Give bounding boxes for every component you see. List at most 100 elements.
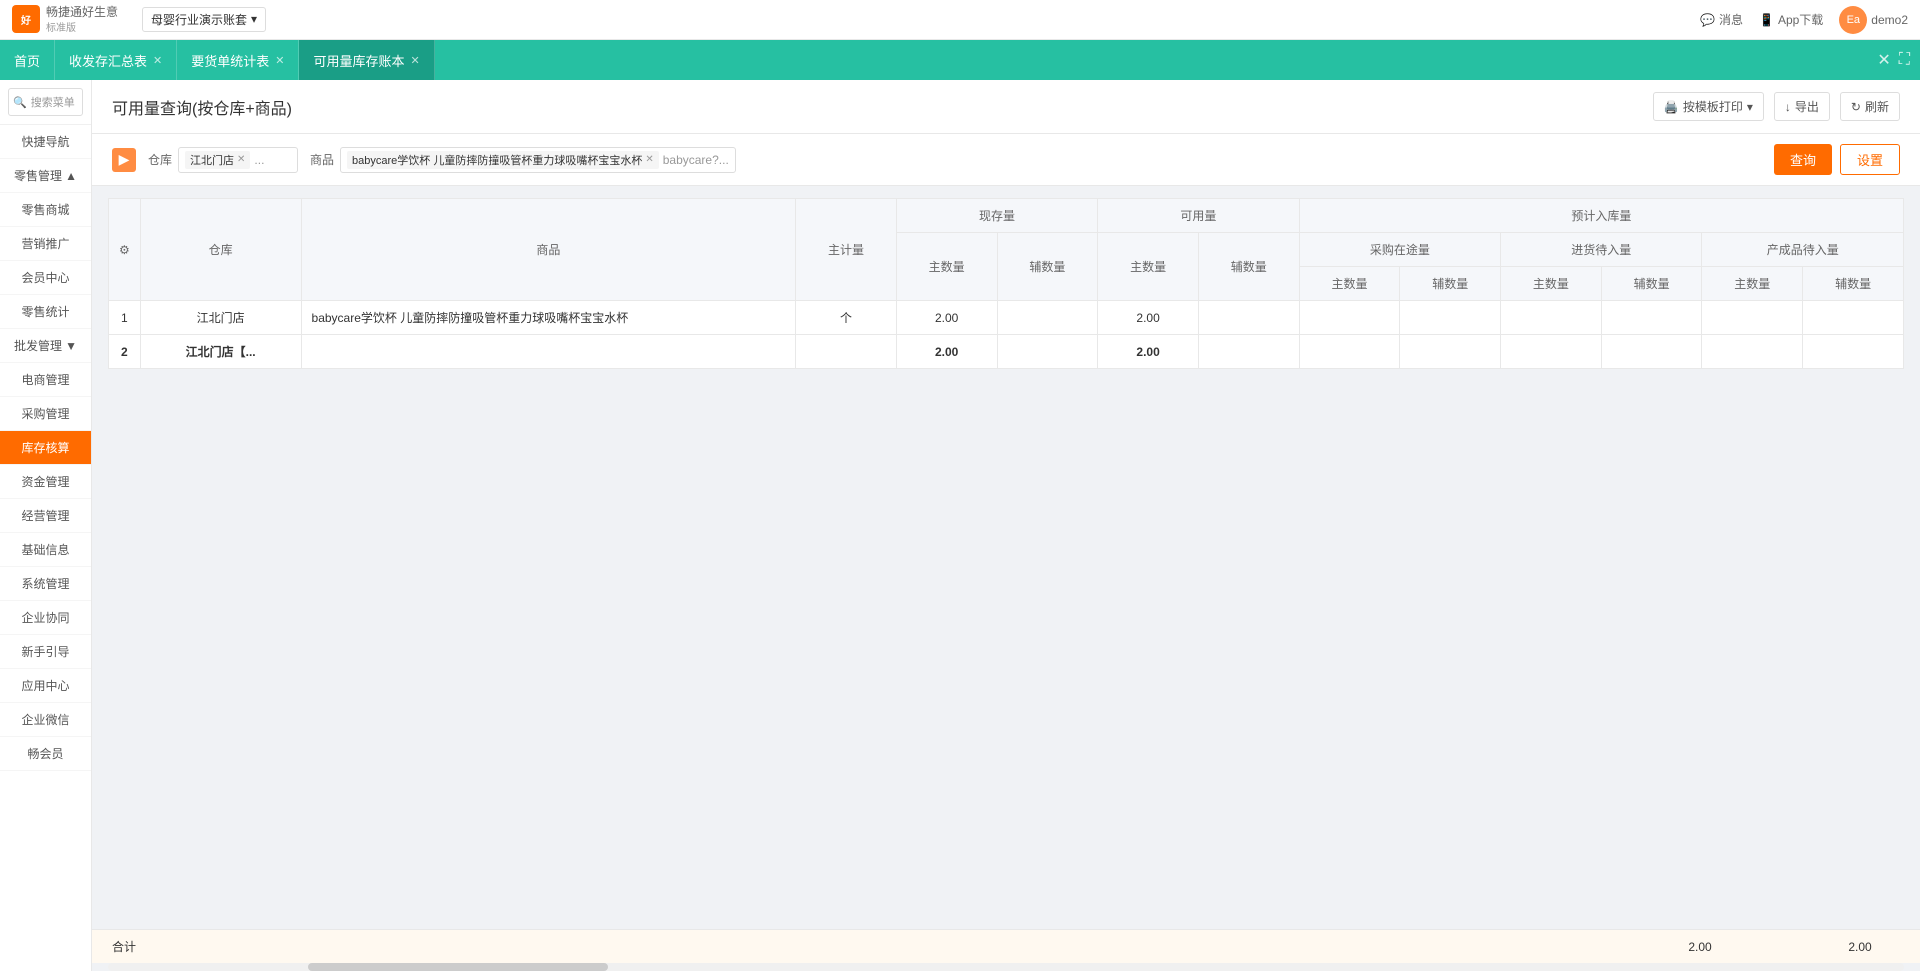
tab-receipt[interactable]: 收发存汇总表 ✕ [55,40,177,80]
th-settings[interactable]: ⚙ [109,199,141,301]
receipt-tab-label: 收发存汇总表 [69,51,147,70]
row1-purchase-main [1299,301,1400,335]
download-btn[interactable]: 📱 App下载 [1759,11,1823,28]
expand-icon[interactable]: ⛶ [1899,51,1910,69]
sidebar-item-enterprise-wechat[interactable]: 企业微信 [0,703,91,737]
filter-toggle-btn[interactable]: ▶ [112,148,136,172]
user-menu[interactable]: Ea demo2 [1839,6,1908,34]
sidebar-item-member[interactable]: 会员中心 [0,261,91,295]
tab-order-close[interactable]: ✕ [275,54,284,67]
print-template-btn[interactable]: 🖨️ 按模板打印 ▾ [1653,92,1764,121]
sidebar-item-finance[interactable]: 资金管理 [0,465,91,499]
industry-select[interactable]: 母婴行业演示账套 ▾ [142,7,266,32]
warehouse-tag-remove[interactable]: ✕ [237,154,245,165]
row2-stock-aux [997,335,1098,369]
th-prod-aux: 辅数量 [1803,267,1904,301]
filter-actions: 查询 设置 [1774,144,1900,175]
th-avail-main-qty: 主数量 [1098,233,1199,301]
sidebar-item-retail-mall[interactable]: 零售商城 [0,193,91,227]
warehouse-tag-1: 江北门店 ✕ [185,151,250,169]
row1-avail-aux [1198,301,1299,335]
th-avail-aux-qty: 辅数量 [1198,233,1299,301]
top-bar-left: 好 畅捷通好生意 标准版 母婴行业演示账套 ▾ [12,5,266,34]
row1-no: 1 [109,301,141,335]
sidebar-item-wholesale-mgmt[interactable]: 批发管理 ▼ [0,329,91,363]
home-tab-label: 首页 [14,51,40,70]
sidebar-item-retail-mgmt[interactable]: 零售管理 ▲ [0,159,91,193]
chevron-down-icon: ▾ [251,12,257,26]
main-layout: 🔍 搜索菜单 快捷导航 零售管理 ▲ 零售商城 营销推广 会员中心 零售统计 批… [0,80,1920,971]
nav-tabs: 首页 收发存汇总表 ✕ 要货单统计表 ✕ 可用量库存账本 ✕ ✕ ⛶ [0,40,1920,80]
table-row: 1 江北门店 babycare学饮杯 儿童防摔防撞吸管杯重力球吸嘴杯宝宝水杯 个… [109,301,1904,335]
th-product: 商品 [301,199,796,301]
tab-inventory[interactable]: 可用量库存账本 ✕ [299,40,434,80]
stock-main-total: 2.00 [1660,940,1740,954]
settings-btn[interactable]: 设置 [1840,144,1900,175]
query-btn[interactable]: 查询 [1774,144,1832,175]
row2-prod-aux [1803,335,1904,369]
data-table: ⚙ 仓库 商品 主计量 现存量 可用量 预计入库量 主数量 辅数量 主数量 辅数… [108,198,1904,369]
row2-prod-main [1702,335,1803,369]
page-actions: 🖨️ 按模板打印 ▾ ↓ 导出 ↻ 刷新 [1653,92,1900,121]
sidebar-item-app-center[interactable]: 应用中心 [0,669,91,703]
product-tag-remove[interactable]: ✕ [645,154,653,165]
top-bar-right: 💬 消息 📱 App下载 Ea demo2 [1700,6,1908,34]
sidebar-item-member2[interactable]: 畅会员 [0,737,91,771]
row1-incoming-main [1501,301,1602,335]
sidebar-item-retail-stats[interactable]: 零售统计 [0,295,91,329]
tab-inventory-close[interactable]: ✕ [411,54,420,67]
th-available: 可用量 [1098,199,1299,233]
scrollbar-thumb[interactable] [308,963,608,971]
tab-order[interactable]: 要货单统计表 ✕ [177,40,299,80]
th-production-pending: 产成品待入量 [1702,233,1904,267]
th-incoming: 进货待入量 [1501,233,1702,267]
refresh-icon: ↻ [1851,100,1861,114]
row1-avail-main: 2.00 [1098,301,1199,335]
row1-incoming-aux [1601,301,1702,335]
table-row: 2 江北门店【... 2.00 2.00 [109,335,1904,369]
sidebar-item-inventory-check[interactable]: 库存核算 [0,431,91,465]
row1-warehouse: 江北门店 [140,301,301,335]
close-all-icon[interactable]: ✕ [1877,50,1890,70]
sidebar-item-quick-nav[interactable]: 快捷导航 [0,125,91,159]
sidebar-item-basic-info[interactable]: 基础信息 [0,533,91,567]
refresh-btn[interactable]: ↻ 刷新 [1840,92,1900,121]
tab-receipt-close[interactable]: ✕ [153,54,162,67]
horizontal-scrollbar[interactable] [108,963,1904,971]
filter-row: ▶ 仓库 江北门店 ✕ ... 商品 babycare学饮杯 儿童防摔防撞吸管杯… [92,134,1920,186]
sidebar-item-new-guide[interactable]: 新手引导 [0,635,91,669]
sidebar-item-purchase[interactable]: 采购管理 [0,397,91,431]
row2-avail-aux [1198,335,1299,369]
message-btn[interactable]: 💬 消息 [1700,11,1743,28]
page-title: 可用量查询(按仓库+商品) [112,95,292,119]
warehouse-label: 仓库 [148,151,172,168]
row2-purchase-aux [1400,335,1501,369]
warehouse-tag-container[interactable]: 江北门店 ✕ ... [178,147,298,173]
print-icon: 🖨️ [1664,100,1679,114]
th-prod-main: 主数量 [1702,267,1803,301]
export-btn[interactable]: ↓ 导出 [1774,92,1830,121]
sidebar-item-system[interactable]: 系统管理 [0,567,91,601]
row2-purchase-main [1299,335,1400,369]
row2-avail-main: 2.00 [1098,335,1199,369]
logo-icon: 好 [12,5,40,33]
sidebar-item-ecommerce[interactable]: 电商管理 [0,363,91,397]
sidebar-item-operations[interactable]: 经营管理 [0,499,91,533]
message-icon: 💬 [1700,13,1715,27]
sidebar-search-btn[interactable]: 🔍 搜索菜单 [8,88,83,116]
tab-home[interactable]: 首页 [0,40,55,80]
th-stock-aux-qty: 辅数量 [997,233,1098,301]
sidebar-item-marketing[interactable]: 营销推广 [0,227,91,261]
download-icon: 📱 [1759,13,1774,27]
arrow-down-icon: ▼ [65,339,77,353]
sidebar-item-enterprise[interactable]: 企业协同 [0,601,91,635]
th-warehouse: 仓库 [140,199,301,301]
table-container: ⚙ 仓库 商品 主计量 现存量 可用量 预计入库量 主数量 辅数量 主数量 辅数… [92,186,1920,929]
product-tag-container[interactable]: babycare学饮杯 儿童防摔防撞吸管杯重力球吸嘴杯宝宝水杯 ✕ babyca… [340,147,736,173]
inventory-tab-label: 可用量库存账本 [313,51,404,70]
total-label: 合计 [112,938,312,955]
th-purchase-main: 主数量 [1299,267,1400,301]
logo-text: 畅捷通好生意 标准版 [46,5,118,34]
row2-product [301,335,796,369]
dropdown-icon: ▾ [1747,100,1753,114]
